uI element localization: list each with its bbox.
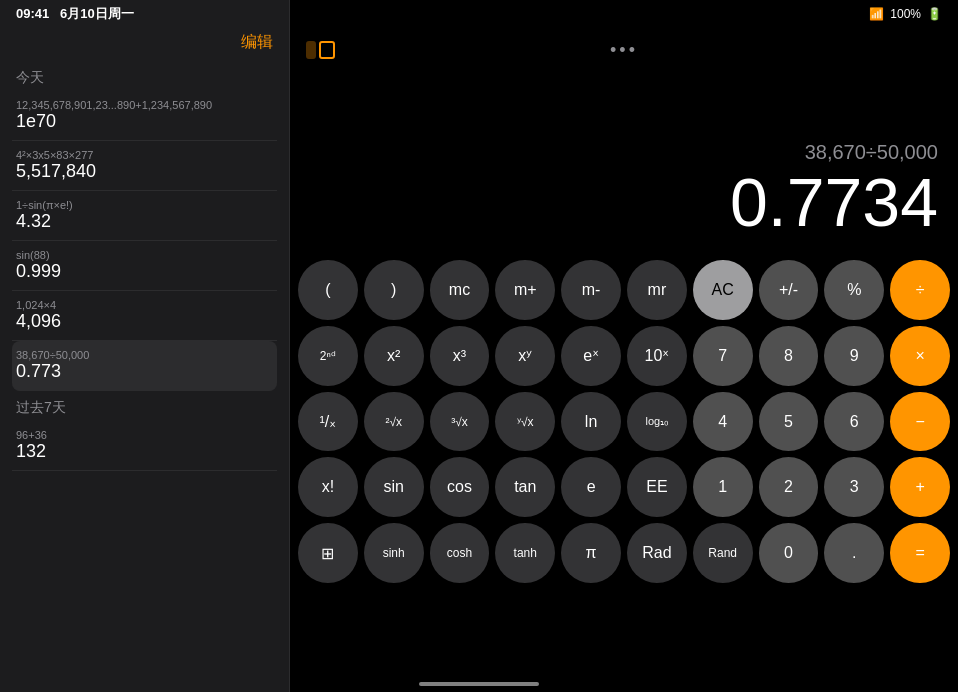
history-result-3: 0.999	[16, 261, 273, 282]
home-indicator	[419, 682, 539, 686]
calc-btn-log__[interactable]: log₁₀	[627, 392, 687, 452]
edit-button[interactable]: 编辑	[241, 32, 273, 53]
calculator-display: 38,670÷50,000 0.7734	[290, 72, 958, 252]
calc-btn-m_[interactable]: m-	[561, 260, 621, 320]
calc-btn-sinh[interactable]: sinh	[364, 523, 424, 583]
sidebar-left-panel-icon	[306, 41, 316, 59]
calc-btn-10_[interactable]: 10ˣ	[627, 326, 687, 386]
history-expr-past-0: 96+36	[16, 429, 273, 441]
calc-btn-x_[interactable]: x!	[298, 457, 358, 517]
calc-btn-mr[interactable]: mr	[627, 260, 687, 320]
calc-btn-0[interactable]: 0	[759, 523, 819, 583]
calc-btn-9[interactable]: 9	[824, 326, 884, 386]
calc-btn-ln[interactable]: ln	[561, 392, 621, 452]
calc-btn-2[interactable]: 2	[759, 457, 819, 517]
past-days-label: 过去7天	[12, 391, 277, 421]
calc-btn-_[interactable]: −	[890, 392, 950, 452]
calc-btn-_[interactable]: π	[561, 523, 621, 583]
sidebar-toggle-button[interactable]	[306, 38, 338, 62]
calc-btn-EE[interactable]: EE	[627, 457, 687, 517]
calc-btn-tan[interactable]: tan	[495, 457, 555, 517]
calc-btn-_[interactable]: (	[298, 260, 358, 320]
calc-btn-__x[interactable]: ²√x	[364, 392, 424, 452]
battery-percent: 100%	[890, 7, 921, 21]
history-expr-3: sin(88)	[16, 249, 273, 261]
calc-btn-cosh[interactable]: cosh	[430, 523, 490, 583]
history-item-1[interactable]: 4²×3x5×83×277 5,517,840	[12, 141, 277, 191]
calc-btn-tanh[interactable]: tanh	[495, 523, 555, 583]
history-item-past-0[interactable]: 96+36 132	[12, 421, 277, 471]
calc-btn-_[interactable]: ÷	[890, 260, 950, 320]
calc-btn-___[interactable]: ¹/ₓ	[298, 392, 358, 452]
time: 09:41	[16, 6, 49, 21]
status-right: 📶 100% 🔋	[869, 7, 942, 21]
today-label: 今天	[12, 61, 277, 91]
calc-btn-e[interactable]: e	[561, 457, 621, 517]
history-result-4: 4,096	[16, 311, 273, 332]
more-options-dots: •••	[610, 40, 638, 61]
calc-btn-m_[interactable]: m+	[495, 260, 555, 320]
history-expr-1: 4²×3x5×83×277	[16, 149, 273, 161]
calc-btn-x_[interactable]: xʸ	[495, 326, 555, 386]
calc-btn-7[interactable]: 7	[693, 326, 753, 386]
wifi-icon: 📶	[869, 7, 884, 21]
history-expr-5: 38,670÷50,000	[16, 349, 273, 361]
history-result-5: 0.773	[16, 361, 273, 382]
calc-btn-_[interactable]: .	[824, 523, 884, 583]
calc-btn-cos[interactable]: cos	[430, 457, 490, 517]
history-item-4[interactable]: 1,024×4 4,096	[12, 291, 277, 341]
calc-btn-__x[interactable]: ³√x	[430, 392, 490, 452]
history-item-5[interactable]: 38,670÷50,000 0.773	[12, 341, 277, 391]
date: 6月10日周一	[60, 6, 134, 21]
calc-btn-_[interactable]: ⊞	[298, 523, 358, 583]
calc-btn-1[interactable]: 1	[693, 457, 753, 517]
calculator-main: ••• 38,670÷50,000 0.7734 ()mcm+m-mrAC+/-…	[290, 0, 958, 692]
history-item-3[interactable]: sin(88) 0.999	[12, 241, 277, 291]
calc-btn-x_[interactable]: x³	[430, 326, 490, 386]
calc-btn-___[interactable]: +/-	[759, 260, 819, 320]
calc-btn-_[interactable]: )	[364, 260, 424, 320]
calc-btn-e_[interactable]: eˣ	[561, 326, 621, 386]
calc-btn-_[interactable]: %	[824, 260, 884, 320]
calc-btn-4[interactable]: 4	[693, 392, 753, 452]
sidebar-right-panel-icon	[319, 41, 335, 59]
calc-btn-Rand[interactable]: Rand	[693, 523, 753, 583]
calc-btn-mc[interactable]: mc	[430, 260, 490, 320]
history-result-2: 4.32	[16, 211, 273, 232]
sidebar-content: 今天 12,345,678,901,23...890+1,234,567,890…	[0, 61, 289, 692]
history-item-2[interactable]: 1÷sin(π×e!) 4.32	[12, 191, 277, 241]
calc-btn-__x[interactable]: ʸ√x	[495, 392, 555, 452]
history-result-1: 5,517,840	[16, 161, 273, 182]
toolbar: •••	[290, 28, 958, 72]
calc-btn-8[interactable]: 8	[759, 326, 819, 386]
battery-icon: 🔋	[927, 7, 942, 21]
calc-btn-6[interactable]: 6	[824, 392, 884, 452]
history-expr-0: 12,345,678,901,23...890+1,234,567,890	[16, 99, 273, 111]
calc-btn-Rad[interactable]: Rad	[627, 523, 687, 583]
history-expr-4: 1,024×4	[16, 299, 273, 311]
button-grid: ()mcm+m-mrAC+/-%÷ 2ⁿᵈx²x³xʸeˣ10ˣ789× ¹/ₓ²√…	[290, 252, 958, 599]
display-result: 0.7734	[730, 168, 938, 236]
calc-btn-_[interactable]: +	[890, 457, 950, 517]
calc-btn-5[interactable]: 5	[759, 392, 819, 452]
calc-btn-_[interactable]: =	[890, 523, 950, 583]
history-result-past-0: 132	[16, 441, 273, 462]
history-result-0: 1e70	[16, 111, 273, 132]
history-expr-2: 1÷sin(π×e!)	[16, 199, 273, 211]
calc-btn-_[interactable]: ×	[890, 326, 950, 386]
status-bar: 09:41 6月10日周一 📶 100% 🔋	[0, 0, 958, 28]
calc-btn-3[interactable]: 3	[824, 457, 884, 517]
sidebar-toggle-icon	[306, 41, 335, 59]
calc-btn-x_[interactable]: x²	[364, 326, 424, 386]
calc-btn-2__[interactable]: 2ⁿᵈ	[298, 326, 358, 386]
status-time-date: 09:41 6月10日周一	[16, 5, 134, 23]
calc-btn-sin[interactable]: sin	[364, 457, 424, 517]
history-item-0[interactable]: 12,345,678,901,23...890+1,234,567,890 1e…	[12, 91, 277, 141]
sidebar: 编辑 今天 12,345,678,901,23...890+1,234,567,…	[0, 0, 290, 692]
display-expression: 38,670÷50,000	[805, 141, 938, 164]
calc-btn-AC[interactable]: AC	[693, 260, 753, 320]
